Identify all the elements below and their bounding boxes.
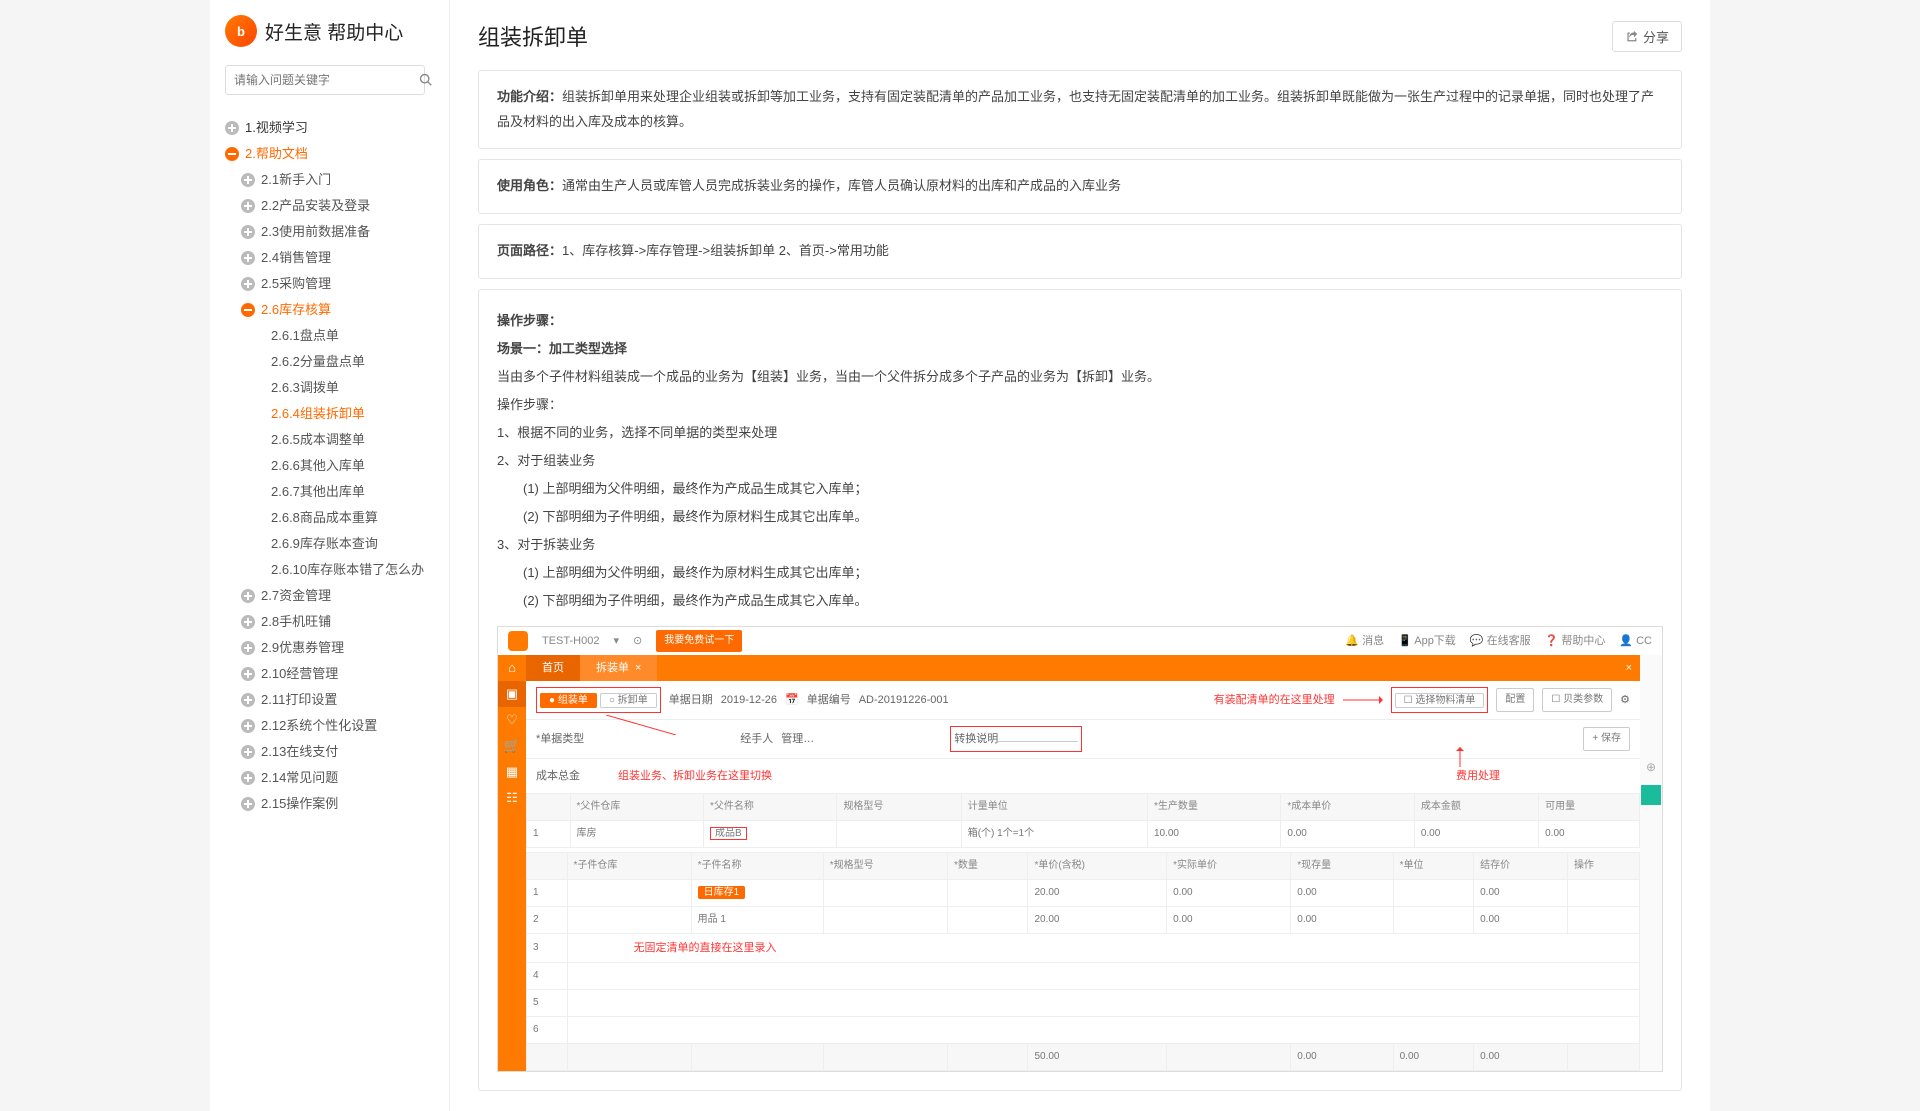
plus-icon	[241, 745, 255, 759]
share-button[interactable]: 分享	[1612, 21, 1682, 52]
nav-video[interactable]: 1.视频学习	[225, 115, 449, 141]
nav-2-6-1[interactable]: 2.6.1盘点单	[271, 323, 449, 349]
plus-icon	[241, 693, 255, 707]
page-title: 组装拆卸单	[478, 20, 588, 52]
share-icon	[1625, 30, 1638, 43]
plus-icon	[241, 719, 255, 733]
minus-icon	[225, 147, 239, 161]
nav-2-6-6[interactable]: 2.6.6其他入库单	[271, 453, 449, 479]
plus-icon	[241, 615, 255, 629]
sidebar: b 好生意 帮助中心 1.视频学习 2.帮助文档 2.1新手入门 2.2产品安装…	[210, 0, 450, 1111]
nav-2-6-2[interactable]: 2.6.2分量盘点单	[271, 349, 449, 375]
nav-2-14[interactable]: 2.14常见问题	[241, 765, 449, 791]
nav-2-7[interactable]: 2.7资金管理	[241, 583, 449, 609]
nav-2-3[interactable]: 2.3使用前数据准备	[241, 219, 449, 245]
nav-2-6-4[interactable]: 2.6.4组装拆卸单	[271, 401, 449, 427]
expand-icon	[1641, 785, 1661, 805]
nav-2-1[interactable]: 2.1新手入门	[241, 167, 449, 193]
nav-2-6-8[interactable]: 2.6.8商品成本重算	[271, 505, 449, 531]
nav-2-2[interactable]: 2.2产品安装及登录	[241, 193, 449, 219]
intro-card: 功能介绍：组装拆卸单用来处理企业组装或拆卸等加工业务，支持有固定装配清单的产品加…	[478, 70, 1682, 149]
plus-icon	[241, 277, 255, 291]
nav-2-6-10[interactable]: 2.6.10库存账本错了怎么办	[271, 557, 449, 583]
nav-2-5[interactable]: 2.5采购管理	[241, 271, 449, 297]
plus-icon	[241, 667, 255, 681]
nav-2-6-3[interactable]: 2.6.3调拨单	[271, 375, 449, 401]
nav-2-6-9[interactable]: 2.6.9库存账本查询	[271, 531, 449, 557]
plus-icon	[241, 199, 255, 213]
plus-icon	[241, 173, 255, 187]
fig-sidebar: ⌂ ▣ ♡ 🛒 ▦ ☷	[498, 655, 526, 1071]
nav-2-11[interactable]: 2.11打印设置	[241, 687, 449, 713]
search-input[interactable]	[225, 65, 425, 95]
nav-2-6[interactable]: 2.6库存核算	[241, 297, 449, 323]
nav-2-6-7[interactable]: 2.6.7其他出库单	[271, 479, 449, 505]
plus-icon	[241, 251, 255, 265]
plus-icon	[241, 797, 255, 811]
steps-card: 操作步骤： 场景一：加工类型选择 当由多个子件材料组装成一个成品的业务为【组装】…	[478, 289, 1682, 1091]
nav-2-13[interactable]: 2.13在线支付	[241, 739, 449, 765]
nav-docs[interactable]: 2.帮助文档	[225, 141, 449, 167]
screenshot-figure: TEST-H002 ▾⊙ 我要免费试一下 🔔 消息 📱 App下载 💬 在线客服…	[497, 626, 1663, 1072]
nav-2-12[interactable]: 2.12系统个性化设置	[241, 713, 449, 739]
nav-2-4[interactable]: 2.4销售管理	[241, 245, 449, 271]
plus-icon	[241, 771, 255, 785]
main-content: 组装拆卸单 分享 功能介绍：组装拆卸单用来处理企业组装或拆卸等加工业务，支持有固…	[450, 0, 1710, 1111]
plus-icon	[241, 225, 255, 239]
logo-icon: b	[225, 15, 257, 47]
plus-icon	[241, 589, 255, 603]
nav-2-15[interactable]: 2.15操作案例	[241, 791, 449, 817]
search-icon	[419, 73, 433, 87]
search-box	[225, 65, 449, 95]
brand: b 好生意 帮助中心	[225, 15, 449, 47]
child-grid: *子件仓库*子件名称*规格型号*数量*单价(含税)*实际单价*现存量*单位结存价…	[526, 852, 1640, 1071]
nav-2-9[interactable]: 2.9优惠券管理	[241, 635, 449, 661]
arrow-icon	[606, 715, 676, 735]
arrow-icon	[1343, 696, 1383, 704]
plus-icon	[225, 121, 239, 135]
nav-2-10[interactable]: 2.10经营管理	[241, 661, 449, 687]
nav-2-6-5[interactable]: 2.6.5成本调整单	[271, 427, 449, 453]
brand-text: 好生意 帮助中心	[265, 18, 403, 45]
parent-grid: *父件仓库*父件名称规格型号计量单位*生产数量*成本单价成本金额可用量 1库房成…	[526, 793, 1640, 848]
app-logo-icon	[508, 631, 528, 651]
nav-tree: 1.视频学习 2.帮助文档 2.1新手入门 2.2产品安装及登录 2.3使用前数…	[225, 115, 449, 817]
minus-icon	[241, 303, 255, 317]
plus-icon	[241, 641, 255, 655]
nav-2-8[interactable]: 2.8手机旺铺	[241, 609, 449, 635]
path-card: 页面路径：1、库存核算->库存管理->组装拆卸单 2、首页->常用功能	[478, 224, 1682, 279]
role-card: 使用角色：通常由生产人员或库管人员完成拆装业务的操作，库管人员确认原材料的出库和…	[478, 159, 1682, 214]
